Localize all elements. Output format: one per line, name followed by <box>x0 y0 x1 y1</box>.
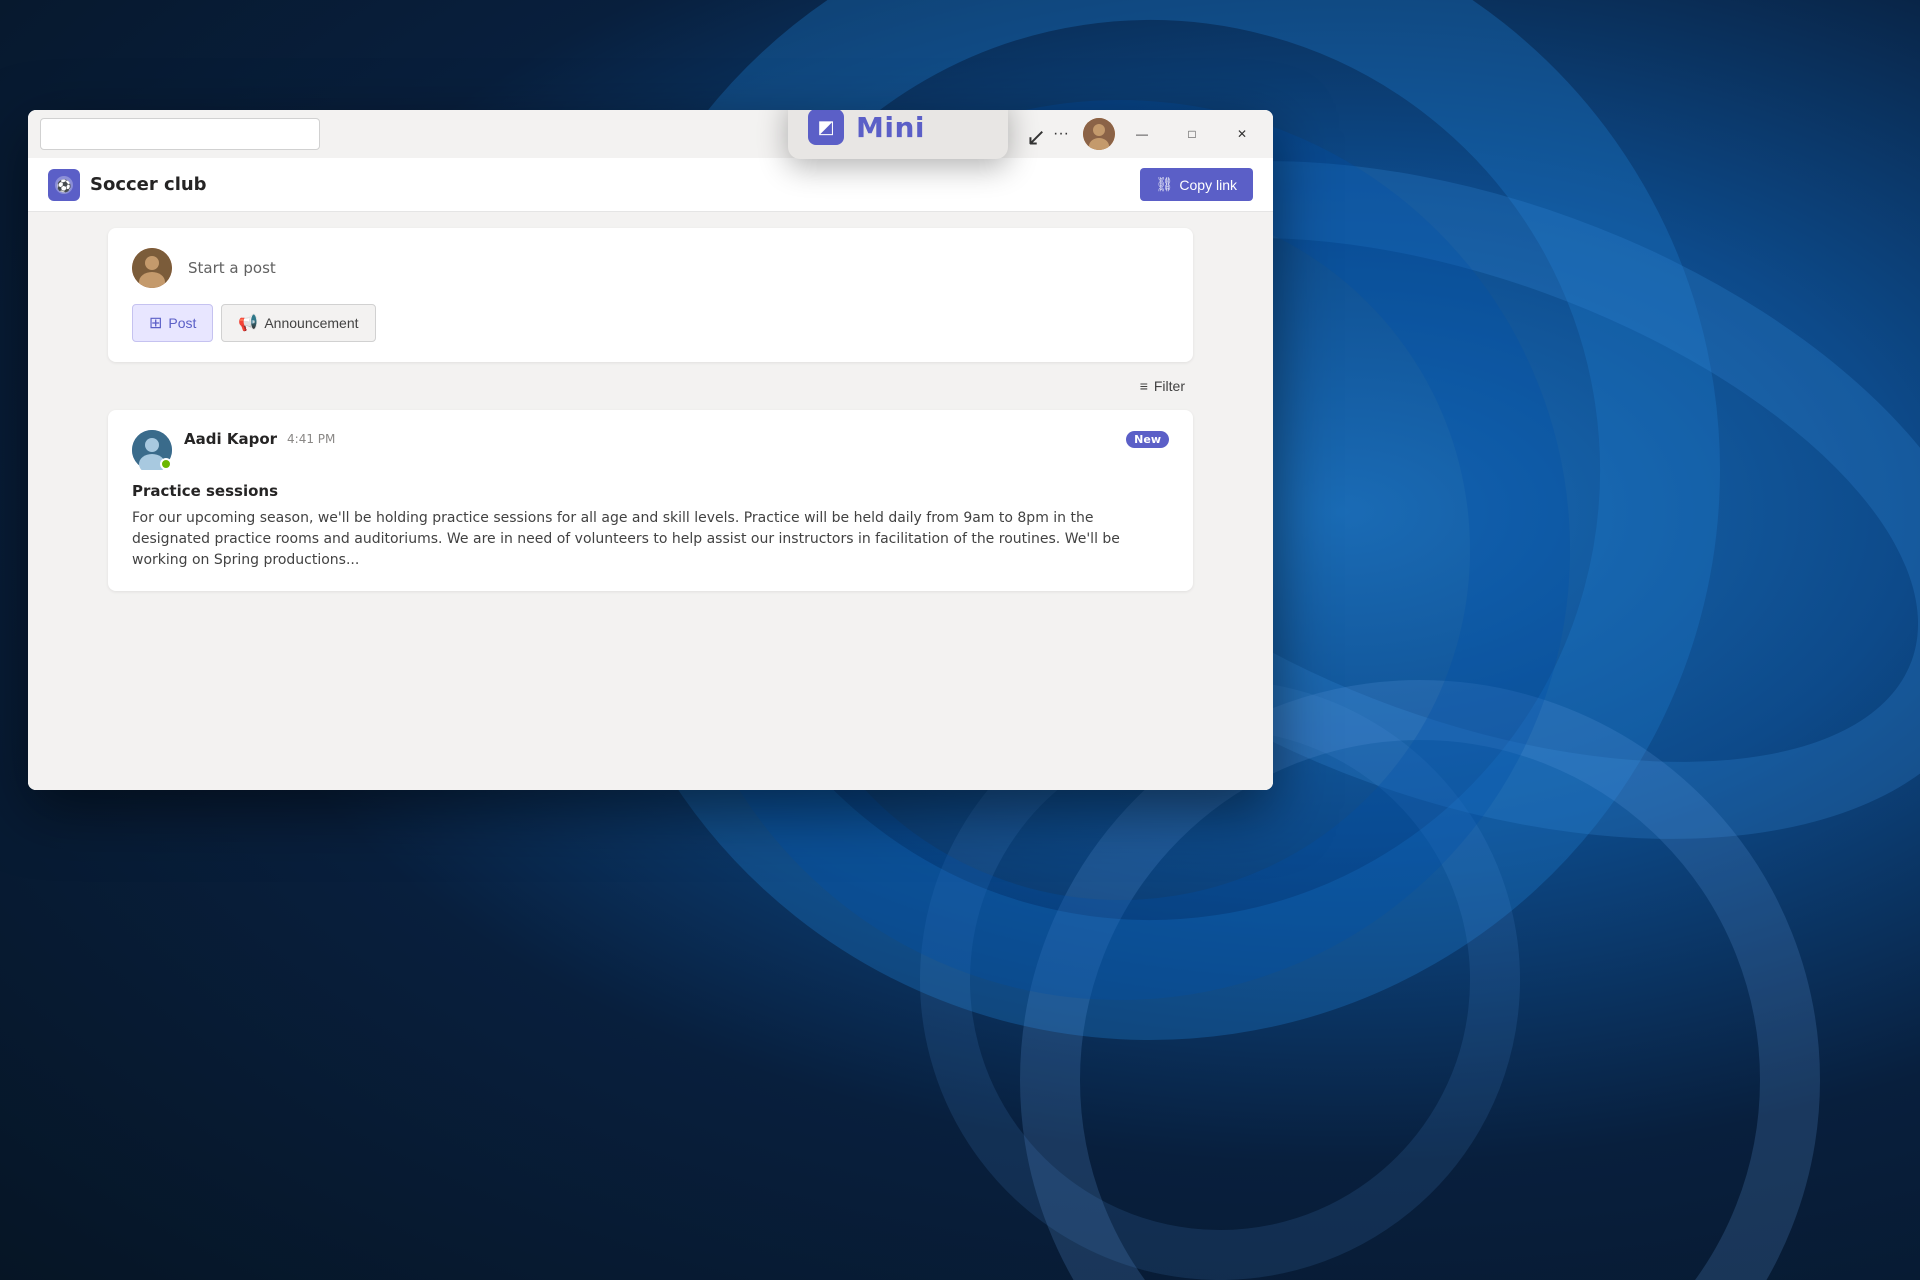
post-icon: ⊞ <box>149 313 162 333</box>
post-action-button[interactable]: ⊞ Post <box>132 304 213 342</box>
post-header: Aadi Kapor 4:41 PM New <box>132 430 1169 470</box>
filter-label: Filter <box>1154 378 1185 394</box>
start-post-row: Start a post <box>132 248 1169 288</box>
announcement-icon: 📢 <box>238 313 258 333</box>
content-area: ⚽ Soccer club ⛓ Copy link <box>28 158 1273 790</box>
more-options-button[interactable]: ··· <box>1043 118 1079 150</box>
mini-popup: ◩ Mini ↙ <box>788 110 1008 159</box>
post-card: Aadi Kapor 4:41 PM New Practice sessions… <box>108 410 1193 591</box>
post-actions: ⊞ Post 📢 Announcement <box>132 304 1169 342</box>
minimize-button[interactable]: — <box>1119 118 1165 150</box>
post-author-avatar <box>132 430 172 470</box>
channel-header: ⚽ Soccer club ⛓ Copy link <box>28 158 1273 212</box>
announcement-action-button[interactable]: 📢 Announcement <box>221 304 375 342</box>
mini-popup-icon: ◩ <box>808 110 844 145</box>
channel-name-container: ⚽ Soccer club <box>48 169 207 201</box>
announcement-label: Announcement <box>264 315 358 331</box>
copy-link-button[interactable]: ⛓ Copy link <box>1140 168 1253 201</box>
start-post-card: Start a post ⊞ Post 📢 Announcement <box>108 228 1193 362</box>
channel-name-label: Soccer club <box>90 174 207 195</box>
post-author-row: Aadi Kapor 4:41 PM New <box>184 430 1169 448</box>
new-badge: New <box>1126 431 1169 448</box>
current-user-avatar <box>132 248 172 288</box>
post-body: For our upcoming season, we'll be holdin… <box>132 508 1169 571</box>
search-input[interactable] <box>40 118 320 150</box>
post-meta: Aadi Kapor 4:41 PM New <box>184 430 1169 448</box>
copy-link-icon: ⛓ <box>1156 176 1174 193</box>
filter-icon: ≡ <box>1140 378 1148 394</box>
channel-icon: ⚽ <box>48 169 80 201</box>
post-time: 4:41 PM <box>287 432 335 446</box>
mini-popup-label: Mini <box>856 111 925 144</box>
post-label: Post <box>168 315 196 331</box>
window-controls: ··· — □ ✕ <box>1043 118 1265 150</box>
filter-button[interactable]: ≡ Filter <box>1132 374 1193 398</box>
feed-area: Start a post ⊞ Post 📢 Announcement ≡ <box>28 212 1273 790</box>
start-post-placeholder[interactable]: Start a post <box>188 259 276 277</box>
copy-link-label: Copy link <box>1179 177 1237 193</box>
post-title: Practice sessions <box>132 482 1169 500</box>
online-indicator <box>160 458 172 470</box>
post-author-name: Aadi Kapor <box>184 430 277 448</box>
filter-row: ≡ Filter <box>108 374 1193 398</box>
svg-text:⚽: ⚽ <box>56 179 72 193</box>
maximize-button[interactable]: □ <box>1169 118 1215 150</box>
close-button[interactable]: ✕ <box>1219 118 1265 150</box>
user-avatar-header[interactable] <box>1083 118 1115 150</box>
app-window: ◩ Mini ↙ ··· — □ ✕ ⚽ <box>28 110 1273 790</box>
